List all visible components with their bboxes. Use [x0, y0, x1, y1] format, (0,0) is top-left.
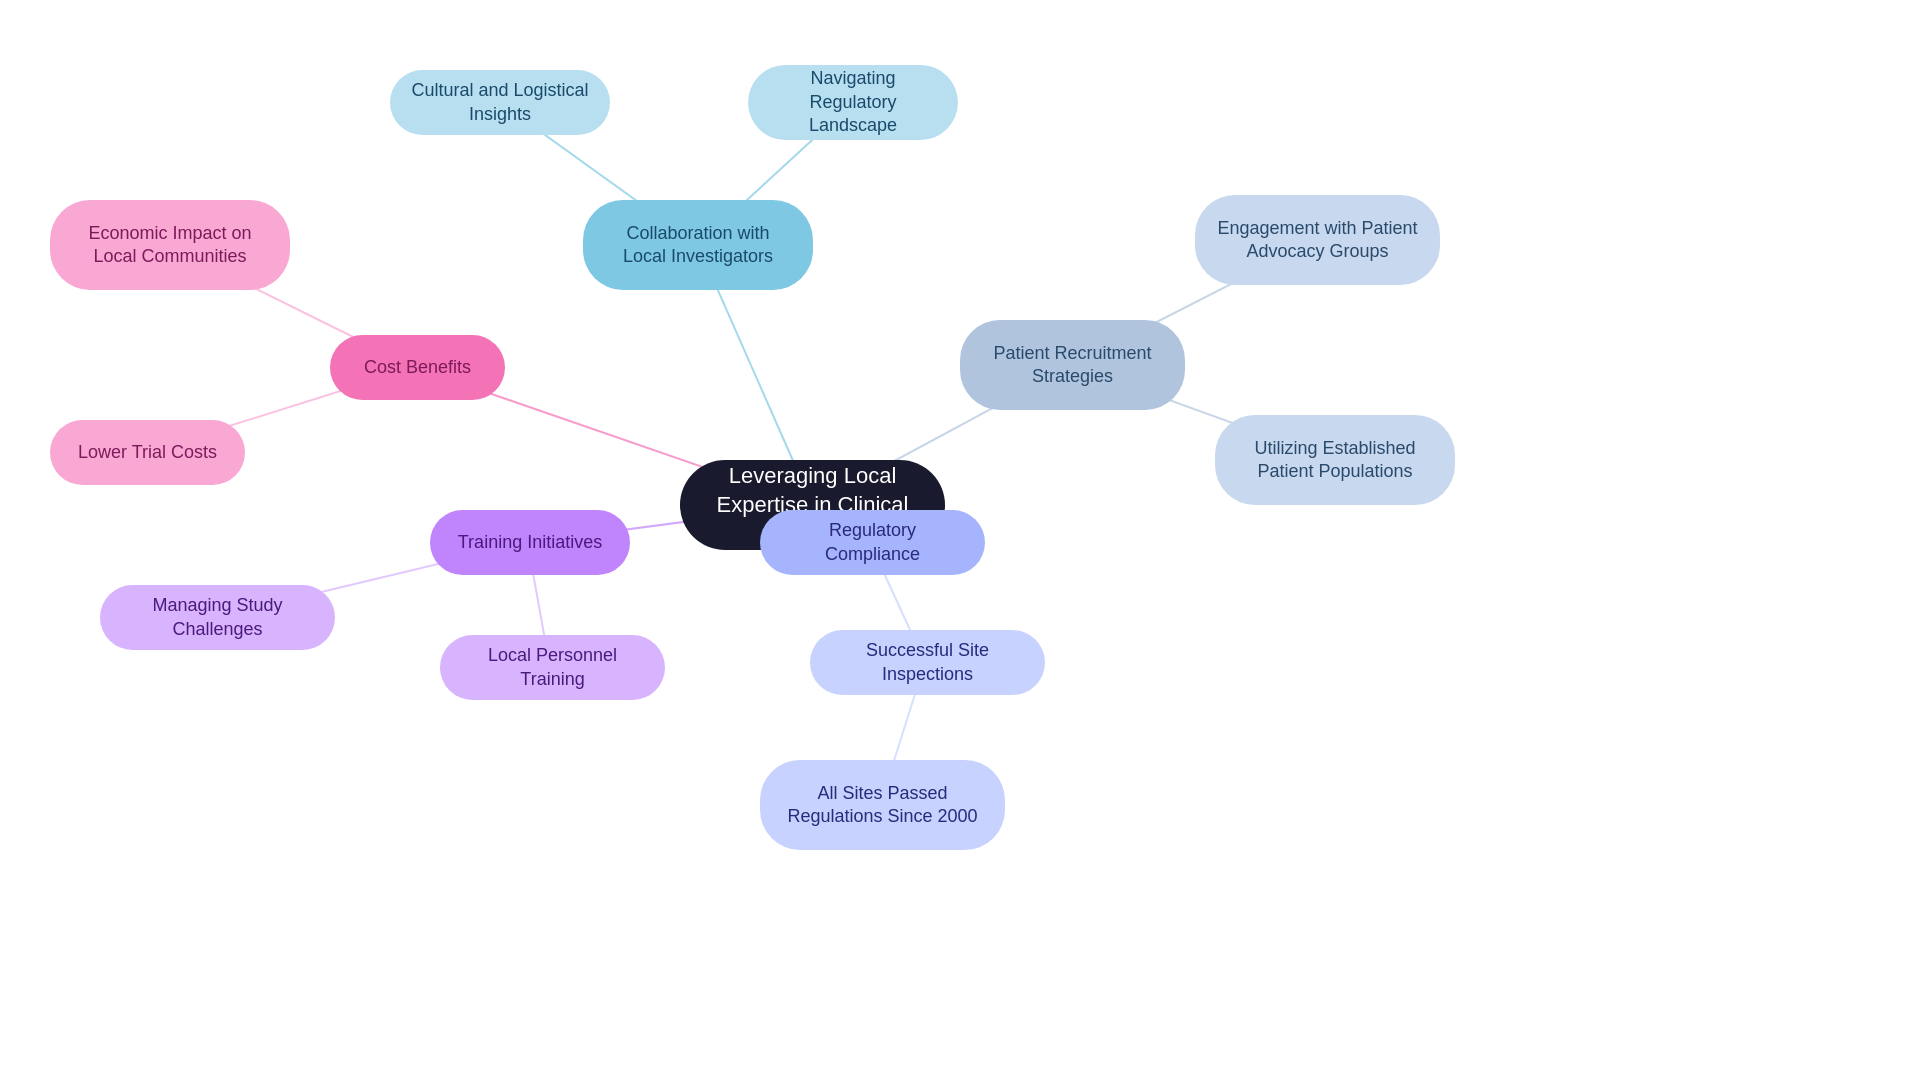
cultural-label: Cultural and Logistical Insights: [410, 79, 590, 126]
local-personnel-node: Local Personnel Training: [440, 635, 665, 700]
regulatory-label: Regulatory Compliance: [780, 519, 965, 566]
navigating-label: Navigating Regulatory Landscape: [768, 67, 938, 137]
engagement-node: Engagement with Patient Advocacy Groups: [1195, 195, 1440, 285]
economic-node: Economic Impact on Local Communities: [50, 200, 290, 290]
cost-benefits-node: Cost Benefits: [330, 335, 505, 400]
all-sites-label: All Sites Passed Regulations Since 2000: [780, 782, 985, 829]
patient-recruitment-node: Patient Recruitment Strategies: [960, 320, 1185, 410]
engagement-label: Engagement with Patient Advocacy Groups: [1215, 217, 1420, 264]
managing-node: Managing Study Challenges: [100, 585, 335, 650]
collaboration-label: Collaboration with Local Investigators: [603, 222, 793, 269]
lower-costs-node: Lower Trial Costs: [50, 420, 245, 485]
cost-benefits-label: Cost Benefits: [364, 356, 471, 379]
navigating-node: Navigating Regulatory Landscape: [748, 65, 958, 140]
all-sites-node: All Sites Passed Regulations Since 2000: [760, 760, 1005, 850]
cultural-node: Cultural and Logistical Insights: [390, 70, 610, 135]
utilizing-label: Utilizing Established Patient Population…: [1235, 437, 1435, 484]
training-label: Training Initiatives: [458, 531, 602, 554]
successful-label: Successful Site Inspections: [830, 639, 1025, 686]
utilizing-node: Utilizing Established Patient Population…: [1215, 415, 1455, 505]
collaboration-node: Collaboration with Local Investigators: [583, 200, 813, 290]
local-personnel-label: Local Personnel Training: [460, 644, 645, 691]
patient-recruitment-label: Patient Recruitment Strategies: [980, 342, 1165, 389]
lower-costs-label: Lower Trial Costs: [78, 441, 217, 464]
economic-label: Economic Impact on Local Communities: [70, 222, 270, 269]
training-node: Training Initiatives: [430, 510, 630, 575]
managing-label: Managing Study Challenges: [120, 594, 315, 641]
successful-node: Successful Site Inspections: [810, 630, 1045, 695]
regulatory-node: Regulatory Compliance: [760, 510, 985, 575]
